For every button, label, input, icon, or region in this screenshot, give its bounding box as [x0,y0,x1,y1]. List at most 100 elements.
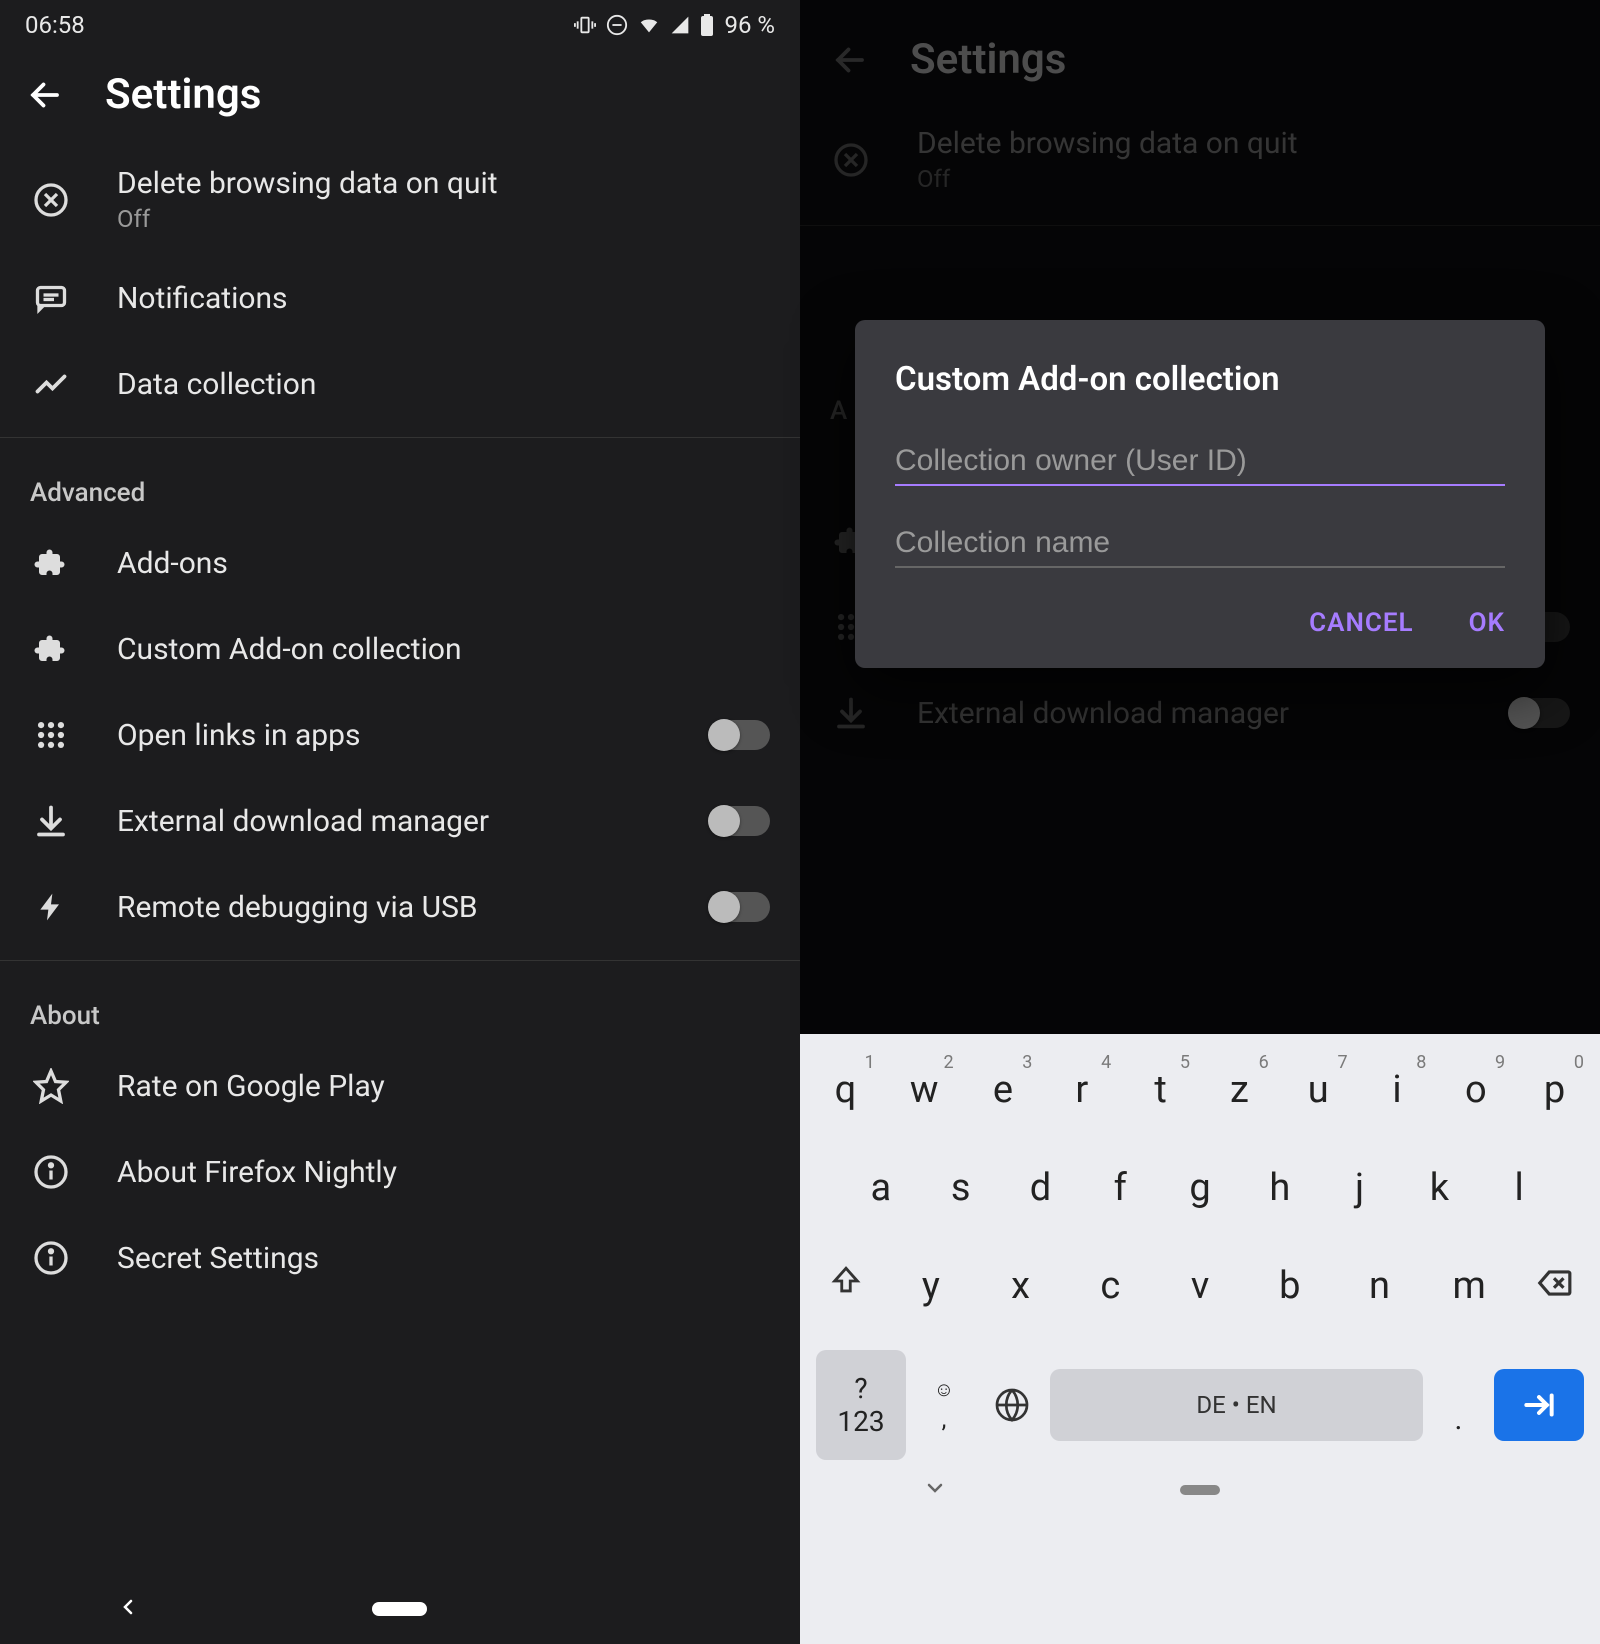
settings-item-custom-addon[interactable]: Custom Add-on collection [0,606,800,692]
key-a[interactable]: a [841,1150,921,1226]
key-u[interactable]: 7u [1279,1052,1358,1128]
item-label: Rate on Google Play [117,1069,770,1104]
nav-back-icon[interactable] [116,1595,140,1623]
keyboard-nav [806,1460,1594,1520]
key-symbols[interactable]: ?123 [816,1350,906,1460]
key-h[interactable]: h [1240,1150,1320,1226]
key-q[interactable]: 1q [806,1052,885,1128]
key-m[interactable]: m [1424,1248,1514,1328]
key-shift[interactable] [806,1248,886,1328]
battery-icon [700,14,714,36]
divider [0,437,800,438]
settings-item-addons[interactable]: Add-ons [0,520,800,606]
page-title: Settings [105,70,261,119]
toggle-remote-debug[interactable] [710,892,770,922]
puzzle-icon [30,628,72,670]
key-z[interactable]: 6z [1200,1052,1279,1128]
key-y[interactable]: y [886,1248,976,1328]
section-advanced: Advanced [0,448,800,520]
settings-item-secret[interactable]: Secret Settings [0,1215,800,1301]
key-p[interactable]: 0p [1515,1052,1594,1128]
item-label: External download manager [117,804,665,839]
key-spacebar[interactable]: DE • EN [1050,1369,1423,1441]
key-j[interactable]: j [1320,1150,1400,1226]
toggle-ext-download[interactable] [710,806,770,836]
key-n[interactable]: n [1335,1248,1425,1328]
bolt-icon [30,886,72,928]
settings-item-rate[interactable]: Rate on Google Play [0,1043,800,1129]
key-l[interactable]: l [1479,1150,1559,1226]
status-battery: 96 % [724,11,775,39]
settings-item-open-links[interactable]: Open links in apps [0,692,800,778]
item-label: Custom Add-on collection [117,632,770,667]
key-g[interactable]: g [1160,1150,1240,1226]
kb-collapse-icon[interactable] [923,1476,947,1504]
emoji-icon: ☺ [934,1377,954,1402]
key-b[interactable]: b [1245,1248,1335,1328]
item-label: Open links in apps [117,718,665,753]
key-period[interactable]: . [1431,1372,1486,1439]
download-icon [30,800,72,842]
nav-bar [0,1574,800,1644]
kb-home-pill[interactable] [1180,1485,1220,1495]
close-circle-icon [30,179,72,221]
chart-icon [30,363,72,405]
key-comma[interactable]: ☺ , [914,1375,974,1435]
cancel-button[interactable]: CANCEL [1309,608,1413,638]
key-v[interactable]: v [1155,1248,1245,1328]
header: Settings [0,50,800,144]
nav-home-pill[interactable] [372,1602,427,1616]
key-k[interactable]: k [1399,1150,1479,1226]
vibrate-icon [574,14,596,36]
key-i[interactable]: 8i [1358,1052,1437,1128]
settings-item-remote-debug[interactable]: Remote debugging via USB [0,864,800,950]
signal-icon [670,15,690,35]
info-icon [30,1237,72,1279]
item-label: About Firefox Nightly [117,1155,770,1190]
item-label: Delete browsing data on quit [117,166,770,201]
key-r[interactable]: 4r [1042,1052,1121,1128]
info-icon [30,1151,72,1193]
back-button[interactable] [25,75,65,115]
custom-addon-dialog: Custom Add-on collection CANCEL OK [855,320,1545,668]
ok-button[interactable]: OK [1469,608,1505,638]
item-label: Remote debugging via USB [117,890,665,925]
grid-icon [30,714,72,756]
key-globe[interactable] [982,1387,1042,1423]
collection-owner-input[interactable] [895,434,1505,486]
key-t[interactable]: 5t [1121,1052,1200,1128]
key-d[interactable]: d [1001,1150,1081,1226]
key-tab[interactable] [1494,1369,1584,1441]
key-x[interactable]: x [976,1248,1066,1328]
wifi-icon [638,14,660,36]
puzzle-icon [30,542,72,584]
chat-icon [30,277,72,319]
item-label: Notifications [117,281,770,316]
divider [0,960,800,961]
item-label: Data collection [117,367,770,402]
key-c[interactable]: c [1065,1248,1155,1328]
key-e[interactable]: 3e [964,1052,1043,1128]
settings-item-about-ff[interactable]: About Firefox Nightly [0,1129,800,1215]
key-f[interactable]: f [1080,1150,1160,1226]
keyboard: 1q2w3e4r5t6z7u8i9o0p asdfghjkl yxcvbnm ?… [800,1034,1600,1644]
section-about: About [0,971,800,1043]
item-sublabel: Off [117,205,770,233]
collection-name-input[interactable] [895,516,1505,568]
settings-item-ext-download[interactable]: External download manager [0,778,800,864]
dnd-icon [606,14,628,36]
settings-item-notifications[interactable]: Notifications [0,255,800,341]
key-w[interactable]: 2w [885,1052,964,1128]
dialog-title: Custom Add-on collection [895,360,1505,399]
status-bar: 06:58 96 % [0,0,800,50]
settings-item-data-collection[interactable]: Data collection [0,341,800,427]
key-backspace[interactable] [1514,1248,1594,1328]
status-time: 06:58 [25,11,85,39]
item-label: Add-ons [117,546,770,581]
key-o[interactable]: 9o [1436,1052,1515,1128]
toggle-open-links[interactable] [710,720,770,750]
item-label: Secret Settings [117,1241,770,1276]
star-icon [30,1065,72,1107]
key-s[interactable]: s [921,1150,1001,1226]
settings-item-delete-data[interactable]: Delete browsing data on quit Off [0,144,800,255]
